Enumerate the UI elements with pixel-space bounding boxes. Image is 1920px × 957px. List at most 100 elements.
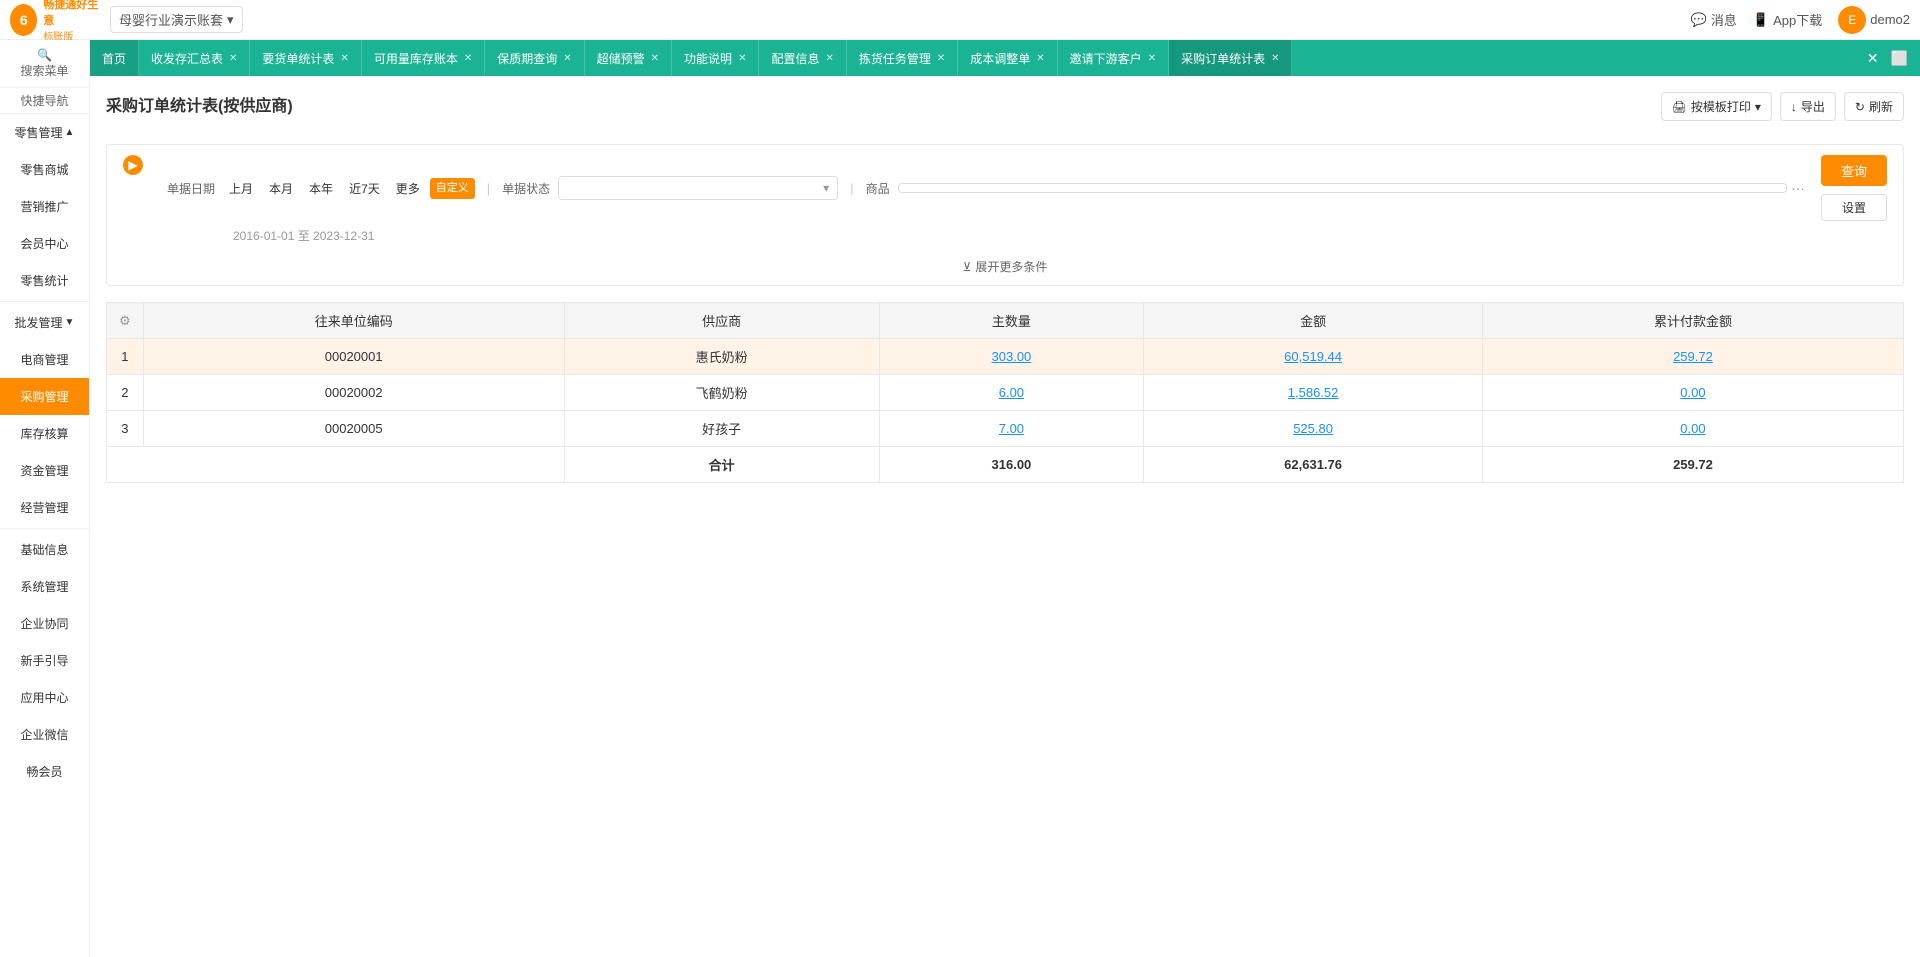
sidebar-search[interactable]: 🔍 搜索菜单 bbox=[0, 40, 89, 88]
sidebar-nav[interactable]: 快捷导航 bbox=[0, 88, 89, 114]
tab-config-info[interactable]: 配置信息 ✕ bbox=[759, 40, 846, 76]
sidebar-item-member-center[interactable]: 会员中心 bbox=[0, 225, 89, 262]
logo-text: 畅捷通好生意 标账版 bbox=[43, 0, 100, 43]
table-header-row: ⚙ 往来单位编码 供应商 主数量 金额 累计付款金额 bbox=[107, 303, 1904, 339]
print-icon: 🖨 bbox=[1672, 100, 1687, 114]
cell-quantity[interactable]: 7.00 bbox=[879, 411, 1144, 447]
sidebar-item-retail-mgmt[interactable]: 零售管理 ▲ bbox=[0, 114, 89, 151]
tab-goods-stats[interactable]: 要货单统计表 ✕ bbox=[250, 40, 361, 76]
export-btn[interactable]: ↓ 导出 bbox=[1780, 92, 1836, 121]
tab-purchase-order-stats[interactable]: 采购订单统计表 ✕ bbox=[1169, 40, 1292, 76]
expand-row: ⊻ 展开更多条件 bbox=[123, 258, 1887, 275]
tab-invite-downstream[interactable]: 邀请下游客户 ✕ bbox=[1058, 40, 1169, 76]
date-btn-7days[interactable]: 近7天 bbox=[343, 178, 386, 199]
footer-empty bbox=[107, 447, 565, 483]
th-paid: 累计付款金额 bbox=[1482, 303, 1903, 339]
workspace-selector: 母婴行业演示账套 ▾ bbox=[100, 6, 1691, 33]
message-icon: 💬 bbox=[1691, 12, 1707, 28]
cell-paid[interactable]: 0.00 bbox=[1482, 411, 1903, 447]
date-btn-last-month[interactable]: 上月 bbox=[223, 178, 259, 199]
tab-close-invite-downstream[interactable]: ✕ bbox=[1148, 53, 1156, 64]
sidebar-item-retail-mall[interactable]: 零售商城 bbox=[0, 151, 89, 188]
goods-more-btn[interactable]: ··· bbox=[1791, 180, 1805, 196]
avatar: E bbox=[1838, 6, 1866, 34]
status-select[interactable]: ▾ bbox=[558, 176, 838, 200]
tab-available-inv[interactable]: 可用量库存账本 ✕ bbox=[362, 40, 485, 76]
setting-btn[interactable]: 设置 bbox=[1821, 194, 1887, 221]
sidebar-item-finance[interactable]: 资金管理 bbox=[0, 452, 89, 489]
app-download-btn[interactable]: 📱 App下载 bbox=[1753, 10, 1822, 29]
tab-home[interactable]: 首页 bbox=[90, 40, 139, 76]
cell-quantity[interactable]: 6.00 bbox=[879, 375, 1144, 411]
tab-cost-adjust[interactable]: 成本调整单 ✕ bbox=[958, 40, 1057, 76]
tab-overstock[interactable]: 超储预警 ✕ bbox=[585, 40, 672, 76]
filter-area: ▶ 单据日期 上月 本月 本年 近7天 更多 自定义 bbox=[106, 144, 1904, 286]
filter-row-date-range: 2016-01-01 至 2023-12-31 bbox=[167, 227, 1887, 244]
sidebar-item-ecommerce-mgmt[interactable]: 电商管理 bbox=[0, 341, 89, 378]
tab-close-shelf-life[interactable]: ✕ bbox=[563, 53, 571, 64]
cell-amount[interactable]: 525.80 bbox=[1144, 411, 1483, 447]
top-bar: 6 畅捷通好生意 标账版 母婴行业演示账套 ▾ 💬 消息 📱 App下载 bbox=[0, 0, 1920, 40]
sidebar-item-marketing[interactable]: 营销推广 bbox=[0, 188, 89, 225]
query-btn[interactable]: 查询 bbox=[1821, 155, 1887, 186]
page-title: 采购订单统计表(按供应商) bbox=[106, 92, 293, 116]
sidebar-item-system-mgmt[interactable]: 系统管理 bbox=[0, 568, 89, 605]
top-right: 💬 消息 📱 App下载 E demo2 bbox=[1691, 6, 1910, 34]
main-layout: 🔍 搜索菜单 快捷导航 零售管理 ▲ 零售商城 营销推广 会员中心 零售统计 bbox=[0, 40, 1920, 957]
tab-close-pick-task[interactable]: ✕ bbox=[937, 53, 945, 64]
cell-paid[interactable]: 0.00 bbox=[1482, 375, 1903, 411]
cell-quantity[interactable]: 303.00 bbox=[879, 339, 1144, 375]
tab-ctrl-close[interactable]: ✕ bbox=[1863, 48, 1883, 69]
tab-close-goods-stats[interactable]: ✕ bbox=[340, 53, 348, 64]
sidebar-item-basic-info[interactable]: 基础信息 bbox=[0, 531, 89, 568]
date-btn-more[interactable]: 更多 bbox=[390, 178, 426, 199]
goods-input-area: ··· bbox=[898, 180, 1805, 196]
sidebar-item-app-center[interactable]: 应用中心 bbox=[0, 679, 89, 716]
date-btn-this-year[interactable]: 本年 bbox=[303, 178, 339, 199]
sidebar-item-new-guide[interactable]: 新手引导 bbox=[0, 642, 89, 679]
sidebar-item-enterprise-wechat[interactable]: 企业微信 bbox=[0, 716, 89, 753]
tab-func-desc[interactable]: 功能说明 ✕ bbox=[672, 40, 759, 76]
sidebar-item-retail-stats[interactable]: 零售统计 bbox=[0, 262, 89, 299]
expand-more-btn[interactable]: ⊻ 展开更多条件 bbox=[963, 258, 1048, 275]
filter-row-1: 单据日期 上月 本月 本年 近7天 更多 自定义 | bbox=[167, 155, 1887, 221]
cell-code: 00020002 bbox=[143, 375, 564, 411]
gear-icon[interactable]: ⚙ bbox=[119, 313, 131, 328]
page-actions: 🖨 按模板打印 ▾ ↓ 导出 ↻ 刷新 bbox=[1661, 92, 1904, 121]
tab-ctrl-maximize[interactable]: ⬜ bbox=[1887, 48, 1912, 69]
cell-amount[interactable]: 1,586.52 bbox=[1144, 375, 1483, 411]
sidebar-item-operations-mgmt[interactable]: 经营管理 bbox=[0, 489, 89, 526]
tab-close-func-desc[interactable]: ✕ bbox=[738, 53, 746, 64]
data-table: ⚙ 往来单位编码 供应商 主数量 金额 累计付款金额 1 00020001 bbox=[106, 302, 1904, 483]
tab-close-available-inv[interactable]: ✕ bbox=[464, 53, 472, 64]
tab-close-purchase-order-stats[interactable]: ✕ bbox=[1271, 53, 1279, 64]
cell-paid[interactable]: 259.72 bbox=[1482, 339, 1903, 375]
tab-receive-send[interactable]: 收发存汇总表 ✕ bbox=[139, 40, 250, 76]
logo-area: 6 畅捷通好生意 标账版 bbox=[10, 0, 100, 43]
logo-icon: 6 bbox=[10, 4, 37, 36]
refresh-btn[interactable]: ↻ 刷新 bbox=[1844, 92, 1904, 121]
cell-amount[interactable]: 60,519.44 bbox=[1144, 339, 1483, 375]
tab-close-cost-adjust[interactable]: ✕ bbox=[1036, 53, 1044, 64]
sidebar-item-purchase-mgmt[interactable]: 采购管理 bbox=[0, 378, 89, 415]
tab-close-config-info[interactable]: ✕ bbox=[825, 53, 833, 64]
sidebar-item-wholesale-mgmt[interactable]: 批发管理 ▼ bbox=[0, 304, 89, 341]
date-btn-this-month[interactable]: 本月 bbox=[263, 178, 299, 199]
workspace-dropdown[interactable]: 母婴行业演示账套 ▾ bbox=[110, 6, 243, 33]
collapse-filter-btn[interactable]: ▶ bbox=[123, 155, 143, 175]
message-btn[interactable]: 💬 消息 bbox=[1691, 10, 1737, 29]
sidebar-item-inventory[interactable]: 库存核算 bbox=[0, 415, 89, 452]
table-row: 1 00020001 惠氏奶粉 303.00 60,519.44 259.72 bbox=[107, 339, 1904, 375]
tab-shelf-life[interactable]: 保质期查询 ✕ bbox=[485, 40, 584, 76]
tab-close-overstock[interactable]: ✕ bbox=[651, 53, 659, 64]
goods-input[interactable] bbox=[898, 183, 1787, 193]
tab-pick-task[interactable]: 拣货任务管理 ✕ bbox=[847, 40, 958, 76]
custom-tag[interactable]: 自定义 bbox=[430, 178, 475, 199]
user-area[interactable]: E demo2 bbox=[1838, 6, 1910, 34]
sidebar-item-vip-member[interactable]: 畅会员 bbox=[0, 753, 89, 790]
tab-close-receive-send[interactable]: ✕ bbox=[229, 53, 237, 64]
cell-code: 00020001 bbox=[143, 339, 564, 375]
sidebar-item-enterprise-collab[interactable]: 企业协同 bbox=[0, 605, 89, 642]
template-print-btn[interactable]: 🖨 按模板打印 ▾ bbox=[1661, 92, 1772, 121]
th-quantity: 主数量 bbox=[879, 303, 1144, 339]
